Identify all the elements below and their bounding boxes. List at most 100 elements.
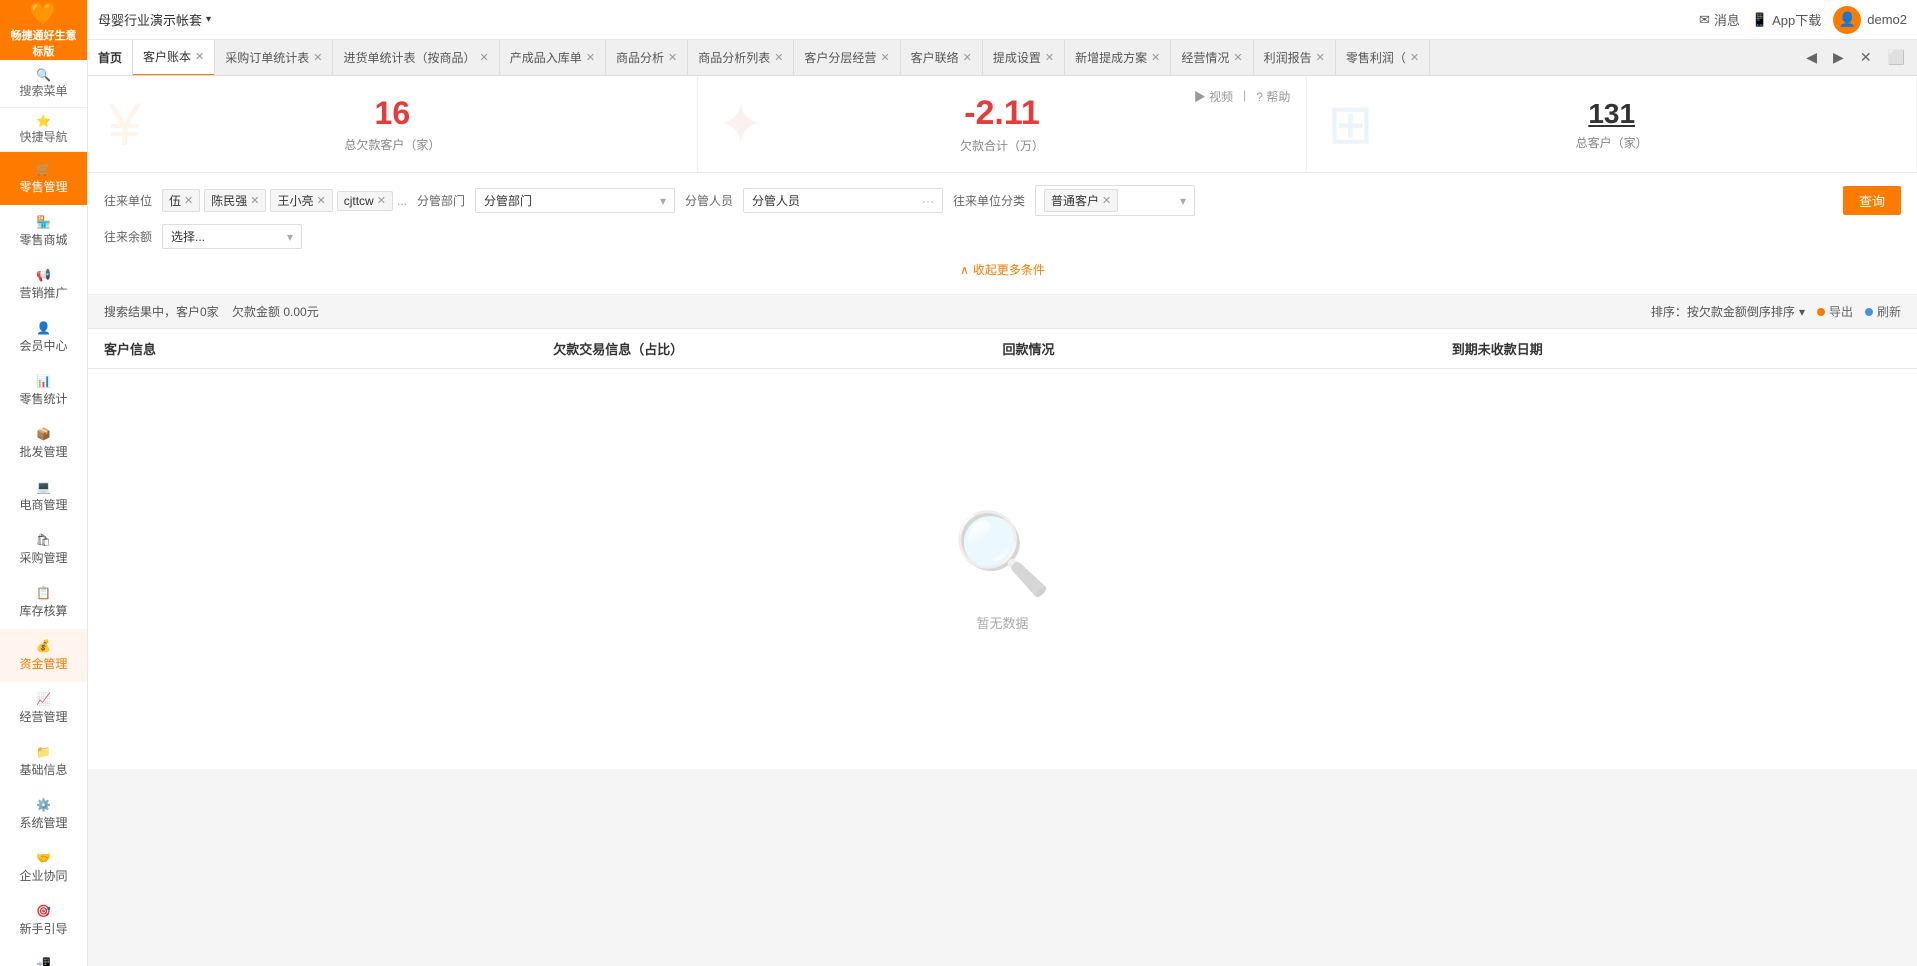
tab-profit-report-close[interactable]: ✕	[1316, 51, 1325, 64]
tab-inbound-stat-close[interactable]: ✕	[480, 51, 489, 64]
tab-customer-segment-close[interactable]: ✕	[880, 51, 889, 64]
tabbar-controls: ◀ ▶ ✕ ⬜	[1794, 47, 1917, 68]
help-link[interactable]: ? 帮助	[1256, 88, 1290, 105]
tab-retail-profit-close[interactable]: ✕	[1410, 51, 1419, 64]
unit-tag-1: 陈民强 ✕	[204, 189, 266, 212]
person-select[interactable]: 分管人员 ···	[743, 188, 943, 213]
user-area[interactable]: 👤 demo2	[1833, 6, 1907, 34]
tab-customer-accounts[interactable]: 客户账本 ✕	[133, 40, 215, 76]
app-download-btn[interactable]: 📱 App下载	[1752, 10, 1821, 29]
unit-type-tag-0-remove[interactable]: ✕	[1102, 194, 1111, 207]
sidebar-item-retail-stat-label: 零售统计	[19, 390, 67, 407]
sidebar-item-purchase[interactable]: 🛍 采购管理	[0, 523, 87, 576]
sidebar-item-finance[interactable]: 💰 资金管理	[0, 629, 87, 682]
sidebar-search[interactable]: 🔍 搜索菜单	[0, 60, 87, 108]
refresh-icon	[1865, 308, 1873, 316]
sidebar-item-wholesale[interactable]: 📦 批发管理	[0, 417, 87, 470]
help-icon: ?	[1256, 90, 1263, 104]
sidebar-item-enterprise[interactable]: 🤝 企业协同	[0, 841, 87, 894]
tab-goods-analysis[interactable]: 商品分析 ✕	[606, 40, 688, 76]
sort-selector[interactable]: 排序：按欠款金额倒序排序 ▾	[1651, 303, 1805, 320]
tab-goods-analysis-label: 商品分析	[616, 49, 664, 66]
unit-tag-1-remove[interactable]: ✕	[250, 194, 259, 207]
sidebar-item-system[interactable]: ⚙️ 系统管理	[0, 788, 87, 841]
sidebar-item-retail-mall[interactable]: 🏪 零售商城	[0, 205, 87, 258]
tab-customer-segment[interactable]: 客户分层经营 ✕	[794, 40, 900, 76]
export-btn[interactable]: 导出	[1817, 303, 1853, 320]
unit-tag-3-text: cjttcw	[344, 194, 374, 208]
query-button[interactable]: 查询	[1843, 186, 1901, 215]
col-debt-info: 欠款交易信息（占比）	[553, 339, 1002, 358]
tab-customer-contact[interactable]: 客户联络 ✕	[901, 40, 983, 76]
tab-home[interactable]: 首页	[88, 40, 133, 76]
unit-tag-2-remove[interactable]: ✕	[317, 194, 326, 207]
sidebar-item-ecommerce[interactable]: 💻 电商管理	[0, 470, 87, 523]
sidebar-item-appstore[interactable]: 📲 应用中心	[0, 947, 87, 966]
tab-prev-btn[interactable]: ◀	[1800, 47, 1823, 68]
tab-restore-btn[interactable]: ⬜	[1882, 47, 1911, 68]
sidebar-logo: 🧡 畅捷通好生意 标版	[0, 0, 87, 60]
tab-biz-status-close[interactable]: ✕	[1233, 51, 1242, 64]
tab-purchase-order[interactable]: 采购订单统计表 ✕	[215, 40, 333, 76]
main-area: 母婴行业演示帐套 ▾ ✉ 消息 📱 App下载 👤 demo2 首页	[88, 0, 1917, 966]
video-link[interactable]: ▶ 视频	[1194, 88, 1233, 105]
tab-customer-contact-close[interactable]: ✕	[963, 51, 972, 64]
sidebar-item-retail[interactable]: 🛒 零售管理	[0, 152, 87, 205]
filter-row-1: 往来单位 伍 ✕ 陈民强 ✕ 王小亮 ✕ cjttcw	[104, 185, 1901, 216]
stat1-label: 总欠款客户（家）	[344, 136, 440, 153]
stat3-value[interactable]: 131	[1588, 98, 1635, 130]
tab-customer-accounts-close[interactable]: ✕	[195, 50, 204, 63]
stat1-bg-icon: ¥	[108, 90, 141, 159]
sidebar-item-member[interactable]: 👤 会员中心	[0, 311, 87, 364]
tab-goods-analysis-close[interactable]: ✕	[668, 51, 677, 64]
result-summary: 搜索结果中，客户0家 欠款金额 0.00元	[104, 303, 319, 320]
tab-goods-analysis-list-close[interactable]: ✕	[774, 51, 783, 64]
tab-new-promotion[interactable]: 新增提成方案 ✕	[1065, 40, 1171, 76]
tab-inbound-stat[interactable]: 进货单统计表（按商品） ✕	[333, 40, 499, 76]
stat1-value: 16	[375, 95, 411, 132]
refresh-btn[interactable]: 刷新	[1865, 303, 1901, 320]
collapse-btn[interactable]: ∧ 收起更多条件	[104, 257, 1901, 282]
tab-purchase-order-close[interactable]: ✕	[313, 51, 322, 64]
sidebar-item-ops[interactable]: 📈 经营管理	[0, 682, 87, 735]
tab-promotion-settings[interactable]: 提成设置 ✕	[983, 40, 1065, 76]
sidebar-item-marketing-label: 营销推广	[19, 284, 67, 301]
sidebar-item-retail-mall-label: 零售商城	[19, 231, 67, 248]
col-customer-info: 客户信息	[104, 339, 553, 358]
video-icon: ▶	[1194, 90, 1206, 104]
balance-label: 往来余额	[104, 228, 152, 245]
tab-promotion-settings-close[interactable]: ✕	[1045, 51, 1054, 64]
sidebar-item-retail-stat[interactable]: 📊 零售统计	[0, 364, 87, 417]
balance-placeholder: 选择...	[171, 228, 205, 245]
result-amount-text: 欠款金额 0.00元	[232, 305, 319, 319]
sidebar-item-marketing[interactable]: 📢 营销推广	[0, 258, 87, 311]
message-btn[interactable]: ✉ 消息	[1699, 10, 1740, 29]
download-icon: 📱	[1752, 12, 1768, 28]
tab-retail-profit[interactable]: 零售利润（ ✕	[1336, 40, 1430, 76]
topbar-left: 母婴行业演示帐套 ▾	[98, 10, 211, 29]
tab-biz-status[interactable]: 经营情况 ✕	[1171, 40, 1253, 76]
col-due-date: 到期未收款日期	[1452, 339, 1901, 358]
dept-chevron: ▾	[660, 194, 666, 208]
unit-tag-0-remove[interactable]: ✕	[184, 194, 193, 207]
account-selector[interactable]: 母婴行业演示帐套 ▾	[98, 10, 211, 29]
unit-tags-more[interactable]: ...	[397, 194, 407, 208]
tab-profit-report[interactable]: 利润报告 ✕	[1254, 40, 1336, 76]
unit-type-select[interactable]: 普通客户 ✕ ▾	[1035, 185, 1195, 216]
sidebar-item-basic[interactable]: 📁 基础信息	[0, 735, 87, 788]
dept-select[interactable]: 分管部门 ▾	[475, 188, 675, 213]
unit-tag-3-remove[interactable]: ✕	[377, 194, 386, 207]
sidebar-nav-quick-label: 快捷导航	[0, 128, 87, 145]
tab-cost-entry[interactable]: 产成品入库单 ✕	[500, 40, 606, 76]
tab-next-btn[interactable]: ▶	[1827, 47, 1850, 68]
table-body: 🔍 暂无数据	[88, 369, 1917, 769]
sidebar-nav-quick[interactable]: ⭐ 快捷导航	[0, 108, 87, 152]
tab-close-all-btn[interactable]: ✕	[1854, 47, 1878, 68]
tab-new-promotion-close[interactable]: ✕	[1151, 51, 1160, 64]
sidebar-item-inventory[interactable]: 📋 库存核算	[0, 576, 87, 629]
tab-cost-entry-close[interactable]: ✕	[586, 51, 595, 64]
balance-select[interactable]: 选择... ▾	[162, 224, 302, 249]
enterprise-icon: 🤝	[36, 851, 51, 865]
tab-goods-analysis-list[interactable]: 商品分析列表 ✕	[688, 40, 794, 76]
sidebar-item-newbie[interactable]: 🎯 新手引导	[0, 894, 87, 947]
